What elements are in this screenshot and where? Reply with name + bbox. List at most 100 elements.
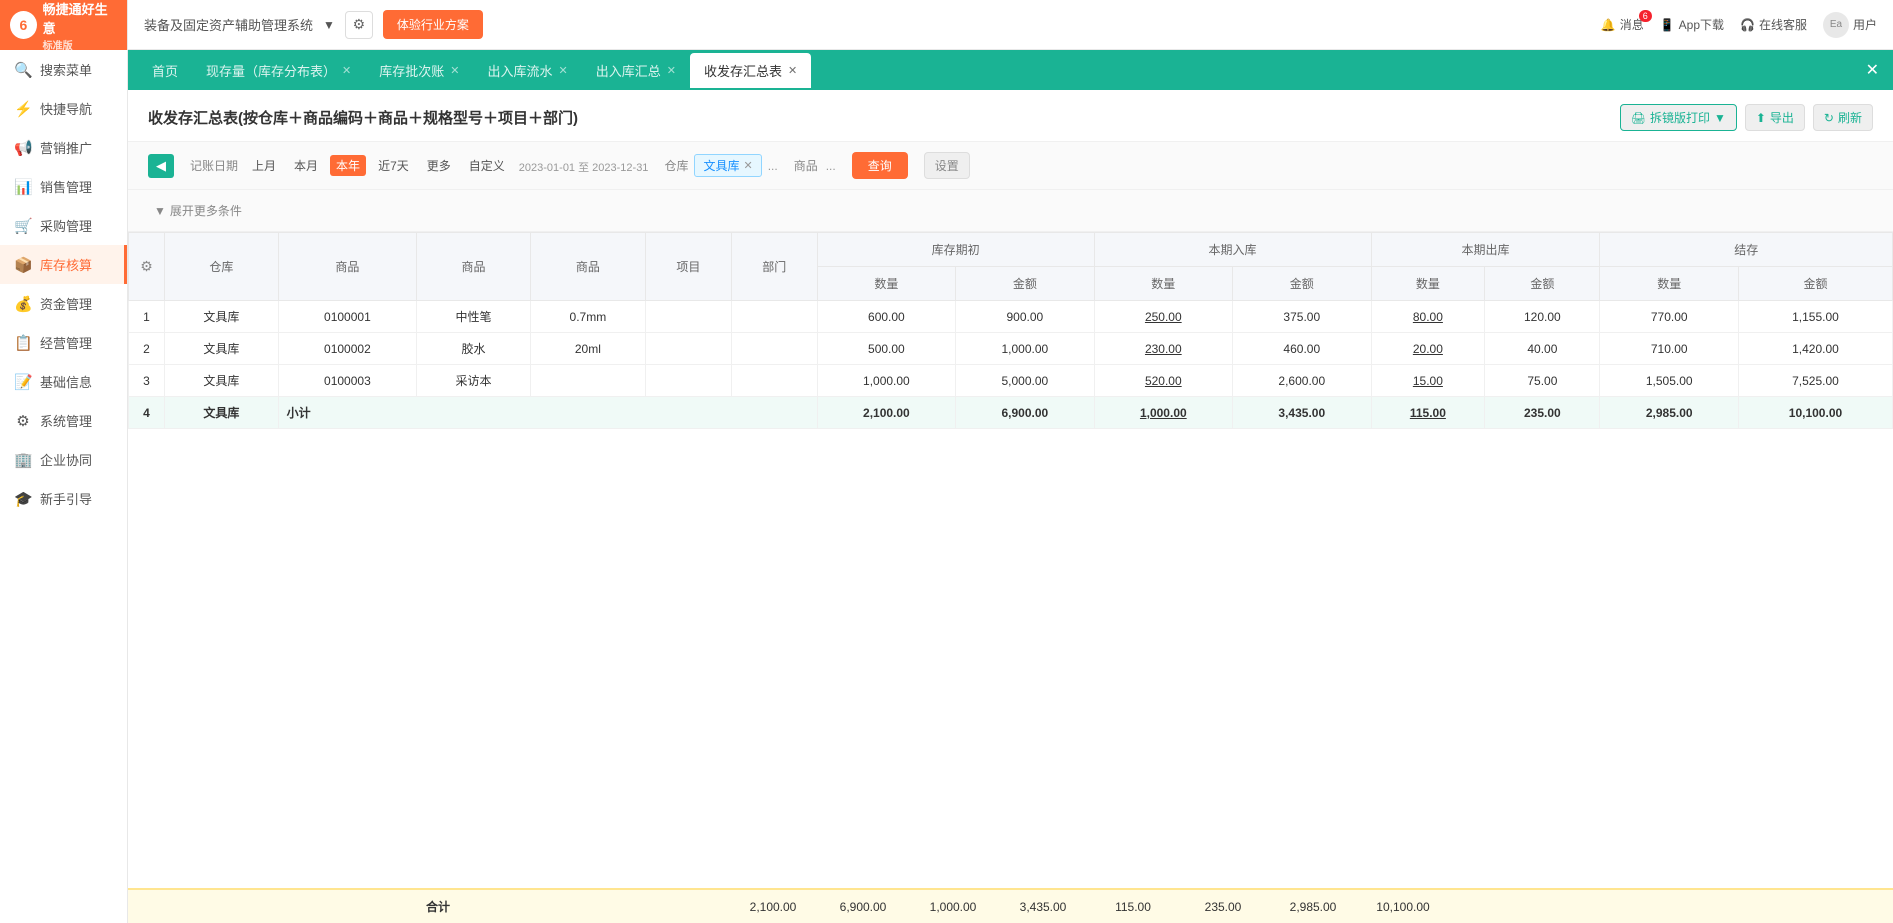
logo-icon: 6: [10, 11, 37, 39]
subtotal-in-qty[interactable]: 1,000.00: [1094, 397, 1232, 429]
warehouse-tag-text: 文具库: [703, 157, 739, 174]
data-table: ⚙ 仓库 商品 商品 商品 项目 部门 库存期初 本期入库 本期出库 结存: [128, 232, 1893, 429]
sidebar-item-quick-nav[interactable]: ⚡ 快捷导航: [0, 89, 127, 128]
in-qty-link[interactable]: 230.00: [1145, 342, 1182, 356]
th-closing-amount: 金额: [1738, 267, 1892, 301]
subtotal-out-qty-link[interactable]: 115.00: [1410, 406, 1446, 420]
query-button[interactable]: 查询: [852, 152, 908, 179]
print-label: 拆镜版打印: [1650, 109, 1710, 126]
row-out-qty[interactable]: 20.00: [1371, 333, 1485, 365]
in-qty-link[interactable]: 520.00: [1145, 374, 1182, 388]
tab-close-icon[interactable]: ✕: [450, 64, 459, 77]
box-icon: 📦: [14, 256, 32, 274]
row-in-qty[interactable]: 230.00: [1094, 333, 1232, 365]
tab-close-icon[interactable]: ✕: [667, 64, 676, 77]
sidebar-item-marketing[interactable]: 📢 营销推广: [0, 128, 127, 167]
tab-inventory-dist[interactable]: 现存量（库存分布表） ✕: [192, 53, 365, 88]
th-project: 项目: [645, 233, 731, 301]
sidebar-item-guide[interactable]: 🎓 新手引导: [0, 479, 127, 518]
tab-close-icon[interactable]: ✕: [559, 64, 568, 77]
out-qty-link[interactable]: 20.00: [1413, 342, 1443, 356]
row-closing-qty: 770.00: [1600, 301, 1738, 333]
filter-settings-button[interactable]: 设置: [924, 152, 970, 179]
subtotal-row: 4 文具库 小计 2,100.00 6,900.00 1,000.00 3,43…: [129, 397, 1893, 429]
system-dropdown[interactable]: ▼: [323, 18, 335, 32]
app-download-item[interactable]: 📱 App下载: [1660, 16, 1724, 33]
sidebar-item-system[interactable]: ⚙ 系统管理: [0, 401, 127, 440]
warehouse-tag-close-icon[interactable]: ✕: [743, 159, 752, 172]
date-last-7[interactable]: 近7天: [372, 155, 415, 176]
online-service-item[interactable]: 🎧 在线客服: [1740, 16, 1807, 33]
th-department: 部门: [731, 233, 817, 301]
sidebar-item-enterprise[interactable]: 🏢 企业协同: [0, 440, 127, 479]
sidebar-item-label: 资金管理: [40, 294, 92, 313]
filter-toggle-button[interactable]: ◀: [148, 154, 174, 178]
sidebar-menu: 🔍 搜索菜单 ⚡ 快捷导航 📢 营销推广 📊 销售管理 🛒 采购管理 📦 库存核…: [0, 50, 127, 923]
sidebar-item-label: 企业协同: [40, 450, 92, 469]
out-qty-link[interactable]: 15.00: [1413, 374, 1443, 388]
in-qty-link[interactable]: 250.00: [1145, 310, 1182, 324]
sidebar-item-label: 库存核算: [40, 255, 92, 274]
gear-icon: ⚙: [14, 412, 32, 430]
date-more[interactable]: 更多: [421, 155, 457, 176]
tab-close-icon[interactable]: ✕: [788, 64, 797, 77]
date-this-month[interactable]: 本月: [288, 155, 324, 176]
notification-badge: 6: [1639, 10, 1652, 22]
tab-close-icon[interactable]: ✕: [342, 64, 351, 77]
tab-flow[interactable]: 出入库流水 ✕: [473, 53, 581, 88]
product-more-button[interactable]: ...: [826, 159, 836, 173]
table-settings-icon[interactable]: ⚙: [140, 258, 153, 274]
dropdown-icon: ▼: [1714, 111, 1726, 125]
warehouse-filter-label: 仓库: [664, 157, 688, 174]
row-product-name: 采访本: [417, 365, 531, 397]
clipboard-icon: 📋: [14, 334, 32, 352]
sidebar-item-inventory[interactable]: 📦 库存核算: [0, 245, 127, 284]
app-download-label: App下载: [1679, 16, 1724, 33]
sidebar-item-operations[interactable]: 📋 经营管理: [0, 323, 127, 362]
row-in-qty[interactable]: 250.00: [1094, 301, 1232, 333]
tab-batch[interactable]: 库存批次账 ✕: [365, 53, 473, 88]
total-in-amount: 3,435.00: [998, 900, 1088, 914]
notification-item[interactable]: 🔔 消息 6: [1601, 16, 1644, 33]
tab-inout-summary[interactable]: 出入库汇总 ✕: [582, 53, 690, 88]
row-product-code: 0100003: [278, 365, 416, 397]
tab-receive-summary[interactable]: 收发存汇总表 ✕: [690, 53, 811, 88]
row-out-qty[interactable]: 15.00: [1371, 365, 1485, 397]
date-last-month[interactable]: 上月: [246, 155, 282, 176]
tab-home[interactable]: 首页: [138, 53, 192, 88]
row-in-qty[interactable]: 520.00: [1094, 365, 1232, 397]
expand-button[interactable]: ▼ 展开更多条件: [148, 196, 248, 225]
subtotal-no: 4: [129, 397, 165, 429]
export-button[interactable]: ⬆ 导出: [1745, 104, 1805, 131]
refresh-label: 刷新: [1838, 109, 1862, 126]
logo-text2: 标准版: [43, 37, 117, 52]
experience-button[interactable]: 体验行业方案: [383, 10, 483, 39]
tab-bar-close-icon[interactable]: ✕: [1866, 60, 1879, 80]
subtotal-out-qty[interactable]: 115.00: [1371, 397, 1485, 429]
sidebar-item-basic-info[interactable]: 📝 基础信息: [0, 362, 127, 401]
th-settings[interactable]: ⚙: [129, 233, 165, 301]
user-item[interactable]: Ea 用户: [1823, 12, 1877, 38]
date-custom[interactable]: 自定义: [463, 155, 511, 176]
print-button[interactable]: 🖨 拆镜版打印 ▼: [1620, 104, 1737, 131]
row-product-spec: 20ml: [530, 333, 645, 365]
sidebar-item-finance[interactable]: 💰 资金管理: [0, 284, 127, 323]
refresh-button[interactable]: ↻ 刷新: [1813, 104, 1873, 131]
th-opening-group: 库存期初: [817, 233, 1094, 267]
money-icon: 💰: [14, 295, 32, 313]
date-this-year[interactable]: 本年: [330, 155, 366, 176]
refresh-icon: ↻: [1824, 111, 1834, 125]
out-qty-link[interactable]: 80.00: [1413, 310, 1443, 324]
total-out-qty: 115.00: [1088, 900, 1178, 914]
sidebar-item-purchase[interactable]: 🛒 采购管理: [0, 206, 127, 245]
subtotal-in-qty-link[interactable]: 1,000.00: [1140, 406, 1187, 420]
table-section: ⚙ 仓库 商品 商品 商品 项目 部门 库存期初 本期入库 本期出库 结存: [128, 232, 1893, 449]
sidebar-item-sales[interactable]: 📊 销售管理: [0, 167, 127, 206]
settings-button[interactable]: ⚙: [345, 11, 373, 39]
total-label: 合计: [148, 898, 728, 915]
row-closing-qty: 710.00: [1600, 333, 1738, 365]
sidebar-item-search[interactable]: 🔍 搜索菜单: [0, 50, 127, 89]
row-warehouse: 文具库: [165, 365, 279, 397]
row-out-qty[interactable]: 80.00: [1371, 301, 1485, 333]
warehouse-more-button[interactable]: ...: [768, 159, 778, 173]
